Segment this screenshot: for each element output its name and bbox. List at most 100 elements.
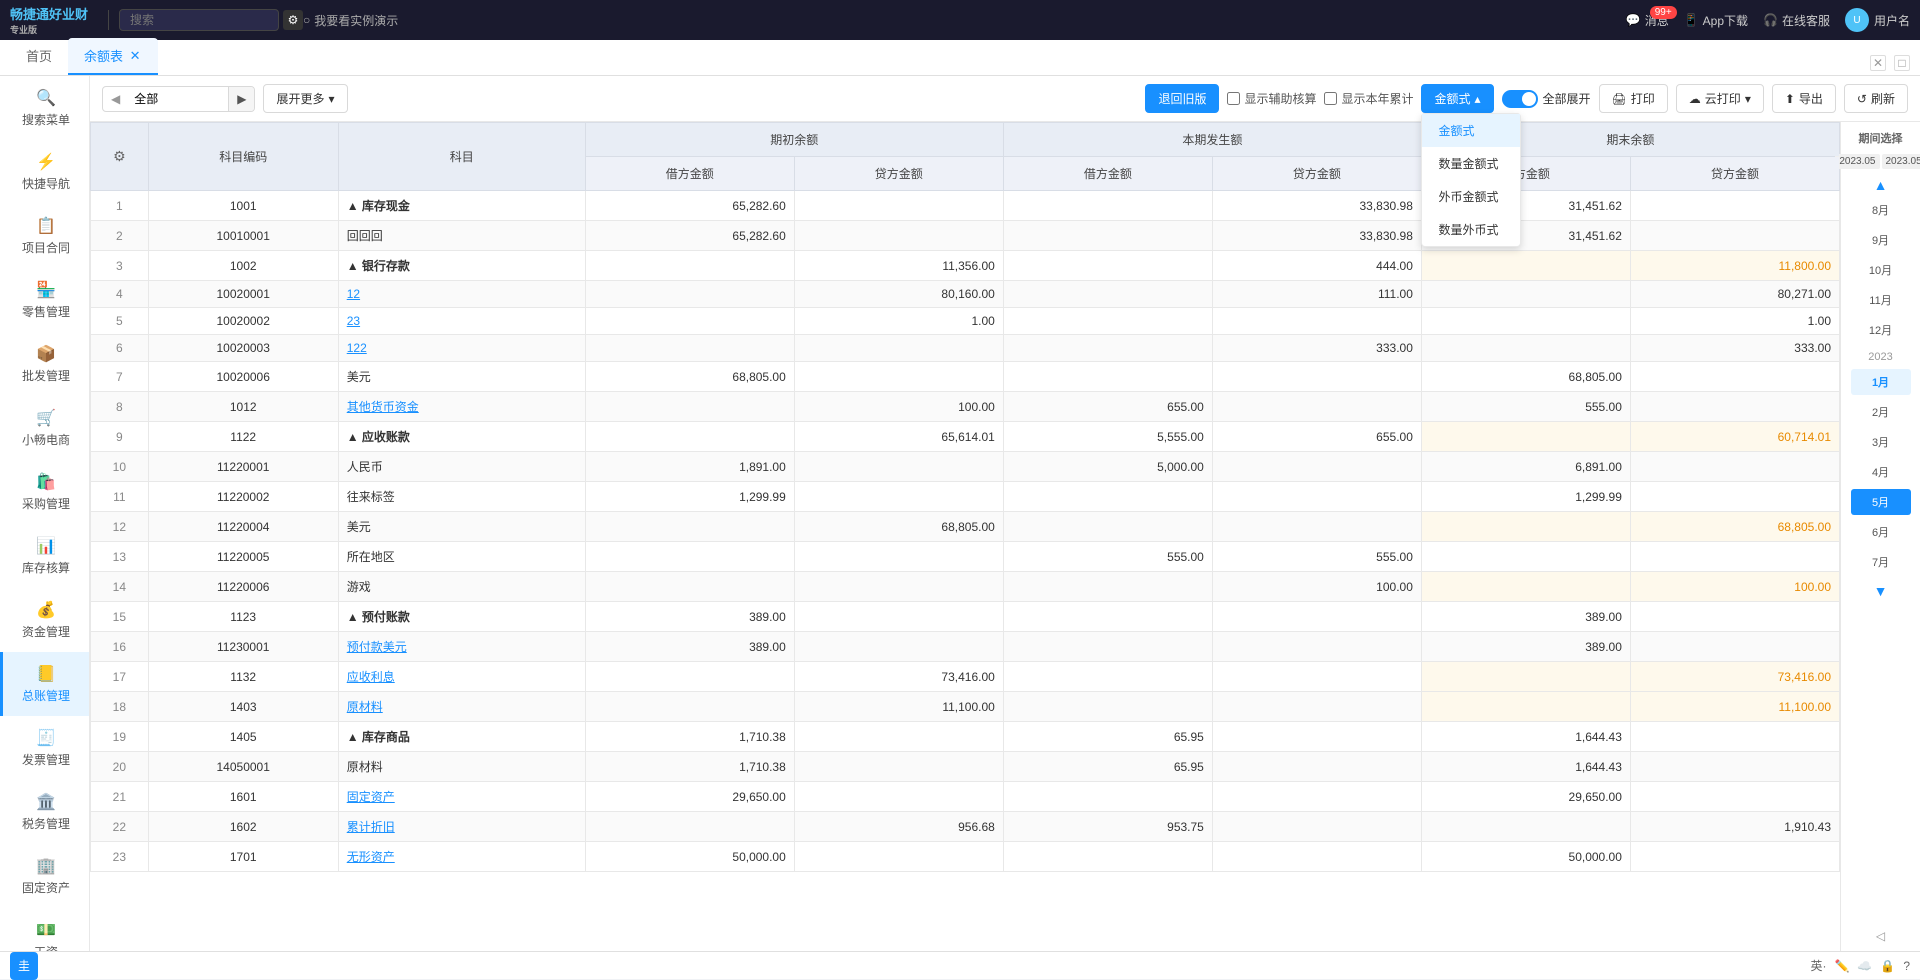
settings-icon[interactable]: ⚙ <box>283 10 303 30</box>
search-next-btn[interactable]: ▶ <box>228 87 254 111</box>
cell-ob-debit: 1,299.99 <box>585 482 794 512</box>
sidebar-item-retail[interactable]: 🏪 零售管理 <box>0 268 89 332</box>
month-12[interactable]: 12月 <box>1851 317 1911 343</box>
period-down-btn[interactable]: ▼ <box>1874 583 1888 599</box>
month-7[interactable]: 7月 <box>1851 549 1911 575</box>
cell-cb-credit <box>1630 392 1839 422</box>
month-3[interactable]: 3月 <box>1851 429 1911 455</box>
panel-collapse-btn[interactable]: ◁ <box>1876 929 1885 943</box>
cell-name[interactable]: 固定资产 <box>338 782 585 812</box>
cell-cb-credit: 100.00 <box>1630 572 1839 602</box>
month-9[interactable]: 9月 <box>1851 227 1911 253</box>
cell-cd-debit: 655.00 <box>1003 392 1212 422</box>
tab-home[interactable]: 首页 <box>10 38 68 75</box>
sidebar-item-nav[interactable]: ⚡ 快捷导航 <box>0 140 89 204</box>
month-8[interactable]: 8月 <box>1851 197 1911 223</box>
top-search-input[interactable] <box>119 9 279 31</box>
sidebar-item-general[interactable]: 📒 总账管理 <box>0 652 89 716</box>
show-ytd-checkbox[interactable] <box>1324 92 1337 105</box>
cell-name[interactable]: 23 <box>338 308 585 335</box>
search-back-btn[interactable]: ◀ <box>103 87 128 111</box>
user-area[interactable]: U 用户名 <box>1845 8 1910 32</box>
cell-rowno: 23 <box>91 842 149 872</box>
online-service-btn[interactable]: 🎧 在线客服 <box>1763 12 1830 29</box>
cell-cd-debit <box>1003 335 1212 362</box>
view-mode-qty-amount[interactable]: 数量金额式 <box>1422 147 1520 180</box>
view-mode-amount[interactable]: 金额式 <box>1422 114 1520 147</box>
sidebar-item-ecommerce[interactable]: 🛒 小畅电商 <box>0 396 89 460</box>
search-input[interactable] <box>128 88 228 110</box>
month-4[interactable]: 4月 <box>1851 459 1911 485</box>
show-aux-checkbox[interactable] <box>1227 92 1240 105</box>
app-download-btn[interactable]: 📱 App下载 <box>1684 12 1748 29</box>
cell-name[interactable]: 原材料 <box>338 692 585 722</box>
cell-cb-credit <box>1630 362 1839 392</box>
sidebar-item-search[interactable]: 🔍 搜索菜单 <box>0 76 89 140</box>
cell-cb-debit <box>1421 281 1630 308</box>
period-start[interactable]: 2023.05 <box>1835 154 1879 169</box>
right-panel: 期间选择 2023.05 2023.05 ▲ 8月 9月 10月 11月 12月… <box>1840 122 1920 951</box>
sidebar-item-tax[interactable]: 🏛️ 税务管理 <box>0 780 89 844</box>
cell-name[interactable]: 无形资产 <box>338 842 585 872</box>
col-code-header: 科目编码 <box>148 123 338 191</box>
tab-balance[interactable]: 余额表 ✕ <box>68 38 158 75</box>
month-1[interactable]: 1月 <box>1851 369 1911 395</box>
sidebar-item-inventory[interactable]: 📊 库存核算 <box>0 524 89 588</box>
cell-name[interactable]: 其他货币资金 <box>338 392 585 422</box>
maximize-btn[interactable]: □ <box>1894 55 1910 71</box>
sidebar-item-purchase[interactable]: 🛍️ 采购管理 <box>0 460 89 524</box>
cell-cb-debit: 1,644.43 <box>1421 722 1630 752</box>
col-settings-icon[interactable]: ⚙ <box>113 148 126 164</box>
cell-name[interactable]: 累计折旧 <box>338 812 585 842</box>
view-mode-dropdown[interactable]: 金额式 ▴ 金额式 数量金额式 外币金额式 数量外币式 <box>1421 84 1493 113</box>
month-2[interactable]: 2月 <box>1851 399 1911 425</box>
cell-cd-credit <box>1212 752 1421 782</box>
cell-rowno: 21 <box>91 782 149 812</box>
cell-cd-credit <box>1212 308 1421 335</box>
cell-name[interactable]: 应收利息 <box>338 662 585 692</box>
refresh-btn[interactable]: ↺ 刷新 <box>1844 84 1908 113</box>
message-btn[interactable]: 💬 消息 99+ <box>1626 12 1669 29</box>
bottom-home-btn[interactable]: 圭 <box>10 952 38 980</box>
month-10[interactable]: 10月 <box>1851 257 1911 283</box>
month-5[interactable]: 5月 <box>1851 489 1911 515</box>
month-6[interactable]: 6月 <box>1851 519 1911 545</box>
message-badge: 99+ <box>1650 6 1677 19</box>
sidebar-item-invoice[interactable]: 🧾 发票管理 <box>0 716 89 780</box>
sidebar-item-wholesale[interactable]: 📦 批发管理 <box>0 332 89 396</box>
cell-cb-credit <box>1630 752 1839 782</box>
table-body: 1 1001 ▲ 库存现金 65,282.60 33,830.98 31,451… <box>91 191 1840 872</box>
toolbar: ◀ ▶ 展开更多 ▾ 退回旧版 显示辅助核算 显示本年累计 <box>90 76 1920 122</box>
table-right-layout: ⚙ 科目编码 科目 期初余额 本期发生额 期末余额 借方金额 贷方金额 借方金额 <box>90 122 1920 951</box>
export-btn[interactable]: ⬆ 导出 <box>1772 84 1836 113</box>
table-row: 6 10020003 122 333.00 333.00 <box>91 335 1840 362</box>
print-btn[interactable]: 🖨 打印 <box>1599 84 1668 113</box>
demo-link[interactable]: ○ 我要看实例演示 <box>303 12 398 29</box>
cell-name: 美元 <box>338 362 585 392</box>
back-old-version-btn[interactable]: 退回旧版 <box>1145 84 1219 113</box>
bottom-help-icon[interactable]: ? <box>1903 959 1910 973</box>
sidebar-item-project[interactable]: 📋 项目合同 <box>0 204 89 268</box>
sidebar-item-capital[interactable]: 💰 资金管理 <box>0 588 89 652</box>
view-mode-foreign-amount[interactable]: 外币金额式 <box>1422 180 1520 213</box>
cell-name[interactable]: 预付款美元 <box>338 632 585 662</box>
restore-btn[interactable]: ✕ <box>1870 55 1886 71</box>
view-mode-btn[interactable]: 金额式 ▴ <box>1421 84 1493 113</box>
expand-all-switch[interactable] <box>1502 90 1538 108</box>
sidebar-item-assets[interactable]: 🏢 固定资产 <box>0 844 89 908</box>
retail-icon: 🏪 <box>8 280 84 300</box>
cell-name[interactable]: 122 <box>338 335 585 362</box>
cloud-print-btn[interactable]: ☁ 云打印 ▾ <box>1676 84 1764 113</box>
expand-more-btn[interactable]: 展开更多 ▾ <box>263 84 347 113</box>
month-11[interactable]: 11月 <box>1851 287 1911 313</box>
period-end[interactable]: 2023.05 <box>1882 154 1920 169</box>
cell-name[interactable]: 12 <box>338 281 585 308</box>
tab-close-btn[interactable]: ✕ <box>128 49 142 63</box>
cell-cb-credit <box>1630 842 1839 872</box>
period-up-btn[interactable]: ▲ <box>1874 177 1888 193</box>
sidebar-item-salary[interactable]: 💵 工资 <box>0 908 89 951</box>
table-row: 5 10020002 23 1.00 1.00 <box>91 308 1840 335</box>
cell-cd-credit <box>1212 392 1421 422</box>
view-mode-qty-foreign[interactable]: 数量外币式 <box>1422 213 1520 246</box>
bottom-lang-btn[interactable]: 英· <box>1810 957 1826 974</box>
